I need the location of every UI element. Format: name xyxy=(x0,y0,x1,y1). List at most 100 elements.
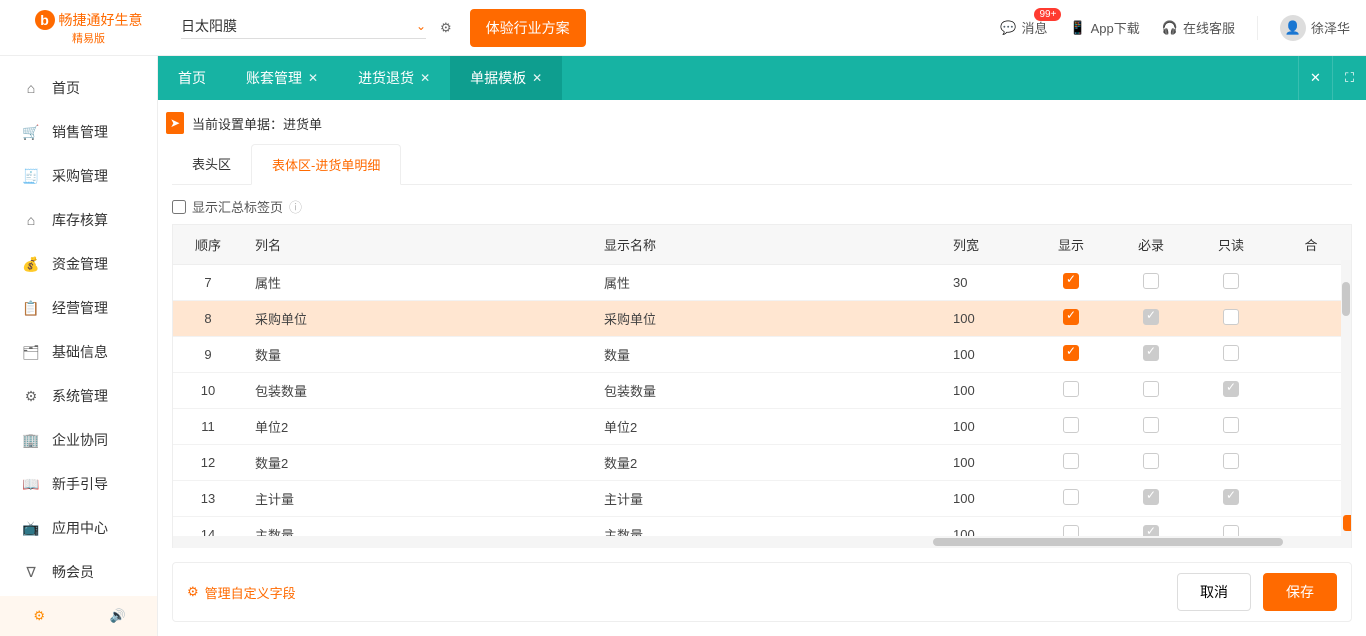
checkbox[interactable] xyxy=(1063,417,1079,433)
checkbox[interactable] xyxy=(1223,273,1239,289)
gear-icon[interactable]: ⚙ xyxy=(440,20,452,36)
checkbox[interactable] xyxy=(1143,453,1159,469)
messages-link[interactable]: 💬 消息 99+ xyxy=(1000,18,1047,37)
table-row[interactable]: 13主计量主计量100 xyxy=(173,481,1351,517)
sidebar-item[interactable]: 🗂基础信息 xyxy=(0,330,157,374)
sidebar-item-label: 经营管理 xyxy=(52,298,108,318)
checkbox[interactable] xyxy=(1143,273,1159,289)
user-name: 徐泽华 xyxy=(1311,18,1350,37)
checkbox[interactable] xyxy=(1143,417,1159,433)
help-icon[interactable]: ⓘ xyxy=(289,197,302,216)
sidebar-item-label: 应用中心 xyxy=(52,518,108,538)
cell-sum xyxy=(1271,337,1351,373)
checkbox[interactable] xyxy=(1143,381,1159,397)
cell-display: 数量 xyxy=(592,337,941,373)
table-row[interactable]: 7属性属性30 xyxy=(173,265,1351,301)
checkbox[interactable] xyxy=(1223,417,1239,433)
sidebar-icon: 🛒 xyxy=(22,123,40,141)
summary-checkbox[interactable] xyxy=(172,200,186,214)
cell-readonly xyxy=(1191,337,1271,373)
subtab[interactable]: 表体区-进货单明细 xyxy=(251,144,401,185)
table-row[interactable]: 12数量2数量2100 xyxy=(173,445,1351,481)
columns-table: 顺序 列名 显示名称 列宽 显示 必录 只读 合 7属性属性308采购单位采购单… xyxy=(173,225,1351,548)
checkbox[interactable] xyxy=(1143,489,1159,505)
arrow-right-icon[interactable]: ➤ xyxy=(166,112,184,134)
sidebar-icon: ⌂ xyxy=(22,211,40,229)
tab[interactable]: 首页 xyxy=(158,56,226,100)
user-menu[interactable]: 👤 徐泽华 xyxy=(1280,15,1350,41)
tab-close-icon[interactable]: ✕ xyxy=(532,71,542,85)
table-row[interactable]: 9数量数量100 xyxy=(173,337,1351,373)
brand-edition: 精易版 xyxy=(72,30,105,46)
sidebar-item[interactable]: 🏢企业协同 xyxy=(0,418,157,462)
cell-sum xyxy=(1271,409,1351,445)
cell-required xyxy=(1111,481,1191,517)
cell-display: 单位2 xyxy=(592,409,941,445)
sidebar-item[interactable]: 🧾采购管理 xyxy=(0,154,157,198)
cell-sum xyxy=(1271,373,1351,409)
sidebar-item[interactable]: ⌂首页 xyxy=(0,66,157,110)
checkbox[interactable] xyxy=(1223,381,1239,397)
checkbox[interactable] xyxy=(1223,345,1239,361)
sidebar-item[interactable]: ⌂库存核算 xyxy=(0,198,157,242)
sound-icon[interactable]: 🔊 xyxy=(79,596,158,636)
cancel-button[interactable]: 取消 xyxy=(1177,573,1251,611)
cell-required xyxy=(1111,445,1191,481)
close-all-icon[interactable]: ✕ xyxy=(1298,56,1332,100)
checkbox[interactable] xyxy=(1223,309,1239,325)
subtab[interactable]: 表头区 xyxy=(172,144,251,184)
sidebar-item[interactable]: ∇畅会员 xyxy=(0,550,157,594)
table-row[interactable]: 11单位2单位2100 xyxy=(173,409,1351,445)
tab[interactable]: 单据模板✕ xyxy=(450,56,562,100)
checkbox[interactable] xyxy=(1063,453,1079,469)
cell-required xyxy=(1111,265,1191,301)
cell-width: 100 xyxy=(941,337,1031,373)
sidebar: ⌂首页🛒销售管理🧾采购管理⌂库存核算💰资金管理📋经营管理🗂基础信息⚙系统管理🏢企… xyxy=(0,56,158,636)
app-download-link[interactable]: 📱 App下载 xyxy=(1069,18,1139,37)
sidebar-icon: 📋 xyxy=(22,299,40,317)
checkbox[interactable] xyxy=(1063,489,1079,505)
checkbox[interactable] xyxy=(1063,345,1079,361)
save-button[interactable]: 保存 xyxy=(1263,573,1337,611)
cell-required xyxy=(1111,409,1191,445)
cell-seq: 11 xyxy=(173,409,243,445)
tab[interactable]: 进货退货✕ xyxy=(338,56,450,100)
org-selector[interactable]: 日太阳膜 ⌄ xyxy=(181,16,426,39)
tab-close-icon[interactable]: ✕ xyxy=(308,71,318,85)
sidebar-item[interactable]: 📖新手引导 xyxy=(0,462,157,506)
sidebar-item-label: 系统管理 xyxy=(52,386,108,406)
settings-icon[interactable]: ⚙ xyxy=(0,596,79,636)
sidebar-icon: ∇ xyxy=(22,563,40,581)
cell-sum xyxy=(1271,481,1351,517)
horizontal-scrollbar[interactable] xyxy=(173,536,1351,548)
checkbox[interactable] xyxy=(1223,489,1239,505)
tab-close-icon[interactable]: ✕ xyxy=(420,71,430,85)
content: ➤ 当前设置单据：进货单 表头区表体区-进货单明细 显示汇总标签页 ⓘ xyxy=(158,100,1366,636)
checkbox[interactable] xyxy=(1063,273,1079,289)
fullscreen-icon[interactable]: ⛶ xyxy=(1332,56,1366,100)
manage-fields-link[interactable]: ⚙ 管理自定义字段 xyxy=(187,583,296,602)
avatar: 👤 xyxy=(1280,15,1306,41)
tab[interactable]: 账套管理 ✕ xyxy=(226,56,338,100)
sidebar-item[interactable]: 🛒 销售管理 xyxy=(0,110,157,154)
sidebar-item-label: 新手引导 xyxy=(52,474,108,494)
sidebar-item[interactable]: 📺应用中心 xyxy=(0,506,157,550)
service-label: 在线客服 xyxy=(1183,18,1235,37)
sidebar-item[interactable]: ⚙系统管理 xyxy=(0,374,157,418)
tab-label: 账套管理 xyxy=(246,68,302,88)
checkbox[interactable] xyxy=(1143,309,1159,325)
th-sum: 合 xyxy=(1271,225,1351,265)
table-row[interactable]: 10包装数量包装数量100 xyxy=(173,373,1351,409)
checkbox[interactable] xyxy=(1063,381,1079,397)
trial-button[interactable]: 体验行业方案 xyxy=(470,9,586,47)
customer-service-link[interactable]: 🎧 在线客服 xyxy=(1162,18,1235,37)
sidebar-item[interactable]: 📋 经营管理 xyxy=(0,286,157,330)
sidebar-item[interactable]: 💰资金管理 xyxy=(0,242,157,286)
cell-seq: 9 xyxy=(173,337,243,373)
checkbox[interactable] xyxy=(1143,345,1159,361)
sidebar-item-label: 销售管理 xyxy=(52,122,108,142)
checkbox[interactable] xyxy=(1223,453,1239,469)
table-row[interactable]: 8采购单位采购单位100 xyxy=(173,301,1351,337)
vertical-scrollbar[interactable] xyxy=(1341,260,1351,536)
checkbox[interactable] xyxy=(1063,309,1079,325)
